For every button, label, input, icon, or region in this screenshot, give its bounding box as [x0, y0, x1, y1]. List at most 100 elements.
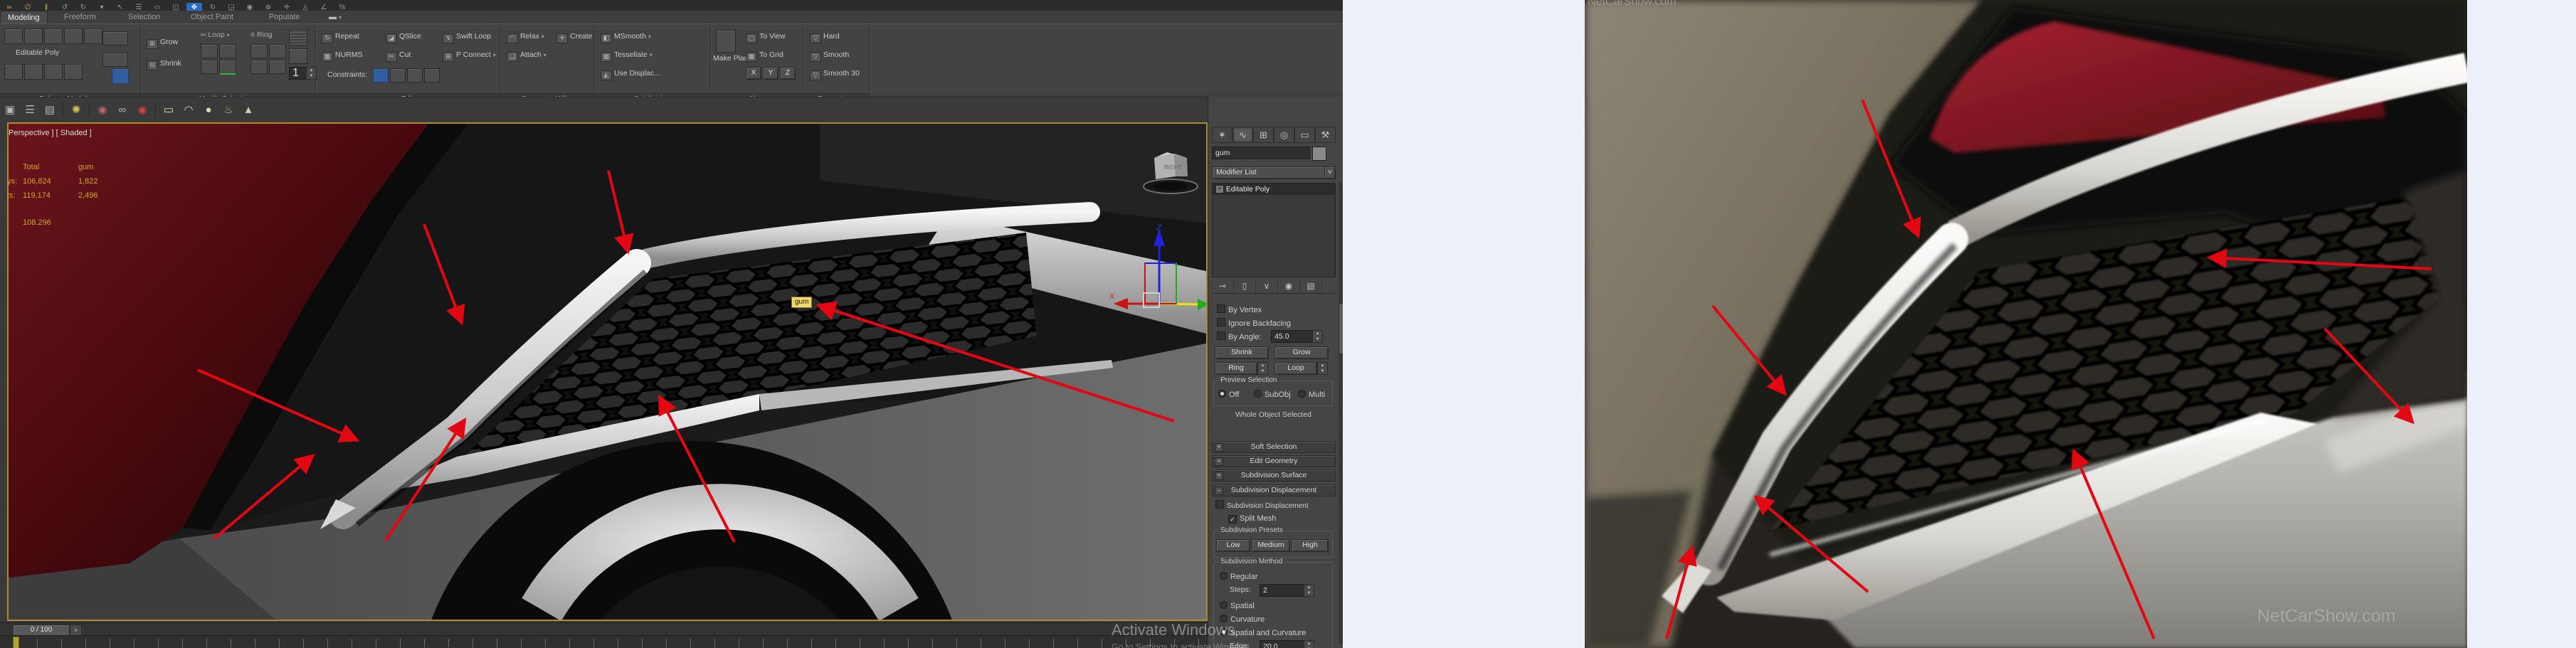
cut-button[interactable]: ✂ Cut — [386, 50, 411, 62]
loop-dropdown[interactable]: ═ Loop ▾ — [201, 30, 230, 41]
element-mode-icon[interactable] — [84, 28, 102, 44]
layer-list-icon[interactable]: ☰ — [21, 102, 38, 119]
by-angle-checkbox[interactable]: By Angle: — [1217, 331, 1261, 341]
loop-button[interactable]: Loop — [1274, 362, 1317, 375]
edge-mode-icon[interactable] — [24, 28, 43, 44]
collapse-stack-icon[interactable] — [102, 31, 128, 46]
show-end-result-toggle-icon[interactable] — [112, 68, 129, 84]
modify-tab-icon[interactable]: ∿ — [1232, 127, 1253, 143]
constraint-face-icon[interactable] — [407, 68, 423, 83]
preset-medium-button[interactable]: Medium — [1252, 539, 1290, 552]
light-bulb-icon[interactable]: ✺ — [68, 102, 85, 119]
create-tab-icon[interactable]: ✶ — [1212, 127, 1232, 143]
area-light-icon[interactable]: ▭ — [160, 102, 177, 119]
pin-stack-icon[interactable]: ⊸ — [1212, 279, 1234, 293]
ignore-backfacing-checkbox[interactable]: Ignore Backfacing — [1217, 318, 1291, 328]
ring-dropdown[interactable]: ≡ Ring — [250, 30, 273, 40]
method-spatial-curvature-radio[interactable]: Spatial and Curvature — [1220, 628, 1306, 637]
preview-subobj-radio[interactable]: SubObj — [1254, 390, 1291, 399]
teapot-icon[interactable]: ♨ — [220, 102, 237, 119]
steps-spinner[interactable]: ▲ ▼ — [1304, 584, 1314, 597]
constraint-edge-icon[interactable] — [390, 68, 406, 83]
display-tab-icon[interactable]: ▭ — [1294, 127, 1315, 143]
rollout-edit-geometry[interactable]: + Edit Geometry — [1212, 455, 1336, 467]
selection-lock-icon[interactable] — [289, 30, 307, 46]
previous-modifier-icon[interactable] — [102, 53, 128, 67]
video-camera-icon[interactable]: ◉ — [134, 102, 151, 119]
ribbon-minimize-button[interactable]: ▬ ▾ — [322, 11, 349, 23]
preview-off-radio[interactable]: Off — [1218, 390, 1239, 399]
subdivision-displacement-checkbox[interactable]: Subdivision Displacement — [1215, 500, 1309, 510]
rollout-subdivision-displacement[interactable]: – Subdivision Displacement — [1212, 484, 1336, 496]
edge-value[interactable]: 20.0 — [1260, 640, 1307, 648]
expand-stack-icon[interactable]: + — [1215, 185, 1224, 193]
pm-tool-icon-2[interactable] — [24, 64, 43, 80]
dome-light-icon[interactable]: ◠ — [180, 102, 197, 119]
edge-spinner[interactable]: ▲▼ — [1304, 640, 1314, 648]
hard-edges-button[interactable]: ▽ Hard — [810, 31, 840, 43]
preview-multi-radio[interactable]: Multi — [1298, 390, 1325, 399]
smooth30-button[interactable]: ▽ Smooth 30 — [810, 68, 860, 80]
use-displacement-button[interactable]: ◭ Use Displac... — [601, 68, 660, 80]
modifier-stack[interactable]: + Editable Poly — [1212, 183, 1336, 277]
ring-shrink-icon[interactable] — [269, 44, 286, 58]
align-to-grid-button[interactable]: ▦ To Grid — [746, 50, 783, 62]
align-x-button[interactable]: X — [746, 67, 761, 80]
object-color-swatch[interactable] — [1312, 147, 1326, 161]
track-bar-marker[interactable] — [13, 637, 19, 648]
next-frame-button[interactable]: > — [70, 625, 82, 636]
loop-mode-icon[interactable] — [219, 60, 236, 75]
pm-tool-icon-1[interactable] — [4, 64, 23, 80]
border-mode-icon[interactable] — [44, 28, 63, 44]
loop-grow-icon[interactable] — [201, 44, 218, 58]
by-vertex-checkbox[interactable]: By Vertex — [1217, 304, 1262, 314]
track-bar[interactable] — [0, 635, 1208, 648]
preset-high-button[interactable]: High — [1292, 539, 1329, 552]
modifier-list-dropdown[interactable]: Modifier List — [1212, 166, 1328, 179]
vertex-mode-icon[interactable] — [4, 28, 23, 44]
nurms-button[interactable]: ▦ NURMS — [322, 50, 363, 62]
polygon-mode-icon[interactable] — [64, 28, 83, 44]
window-icon[interactable]: ▣ — [1, 102, 19, 119]
utilities-tab-icon[interactable]: ⚒ — [1315, 127, 1336, 143]
stereo-camera-icon[interactable]: ∞ — [114, 102, 131, 119]
camera-icon[interactable]: ◉ — [94, 102, 111, 119]
transform-gizmo[interactable]: Z X — [1101, 223, 1208, 316]
msmooth-button[interactable]: ◧ MSmooth ▾ — [601, 31, 651, 43]
by-angle-spinner[interactable]: ▲ ▼ — [1312, 330, 1323, 343]
grow-button-cp[interactable]: Grow — [1274, 346, 1329, 359]
relax-button[interactable]: ◠ Relax ▾ — [507, 31, 544, 43]
tab-populate[interactable]: Populate — [262, 11, 307, 23]
cone-icon[interactable]: ▲ — [240, 102, 257, 119]
tab-selection[interactable]: Selection — [121, 11, 167, 23]
constraint-normal-icon[interactable] — [424, 68, 440, 83]
rollout-soft-selection[interactable]: + Soft Selection — [1212, 441, 1336, 453]
tab-object-paint[interactable]: Object Paint — [184, 11, 241, 23]
pm-tool-icon-3[interactable] — [44, 64, 63, 80]
time-slider-handle[interactable]: 0 / 100 — [13, 625, 70, 636]
ring-button[interactable]: Ring — [1215, 362, 1257, 375]
make-planar-button[interactable]: Make Planar — [713, 54, 755, 63]
make-planar-icon[interactable] — [716, 30, 736, 53]
object-name-field[interactable]: gum — [1212, 147, 1310, 159]
repeat-button[interactable]: ↻ Repeat — [322, 31, 359, 43]
stack-row-editable-poly[interactable]: + Editable Poly — [1213, 184, 1335, 195]
swift-loop-button[interactable]: ↯ Swift Loop — [443, 31, 491, 43]
align-y-button[interactable]: Y — [763, 67, 778, 80]
method-spatial-radio[interactable]: Spatial — [1220, 601, 1255, 610]
smooth-edges-button[interactable]: ▽ Smooth — [810, 50, 849, 62]
ring-shift-up-icon[interactable] — [250, 60, 268, 74]
shrink-button[interactable]: ⊟ Shrink — [147, 58, 181, 70]
show-end-result-icon[interactable]: ▯ — [1234, 279, 1256, 293]
loop-shift-icon[interactable] — [201, 60, 218, 74]
motion-tab-icon[interactable]: ◎ — [1274, 127, 1294, 143]
qslice-button[interactable]: ◪ QSlice — [386, 31, 421, 43]
configure-modifier-sets-icon[interactable]: ▤ — [1300, 279, 1322, 293]
constraint-none-icon[interactable] — [373, 68, 389, 83]
ring-spinner[interactable]: ▲ ▼ — [1257, 362, 1268, 375]
align-z-button[interactable]: Z — [780, 67, 796, 80]
selection-value-spinner[interactable]: ▲ ▼ — [306, 67, 317, 80]
make-unique-icon[interactable]: ∨ — [1256, 279, 1278, 293]
align-to-view-button[interactable]: ▢ To View — [746, 31, 786, 43]
modifier-list-caret-icon[interactable]: ˅ — [1324, 166, 1336, 179]
